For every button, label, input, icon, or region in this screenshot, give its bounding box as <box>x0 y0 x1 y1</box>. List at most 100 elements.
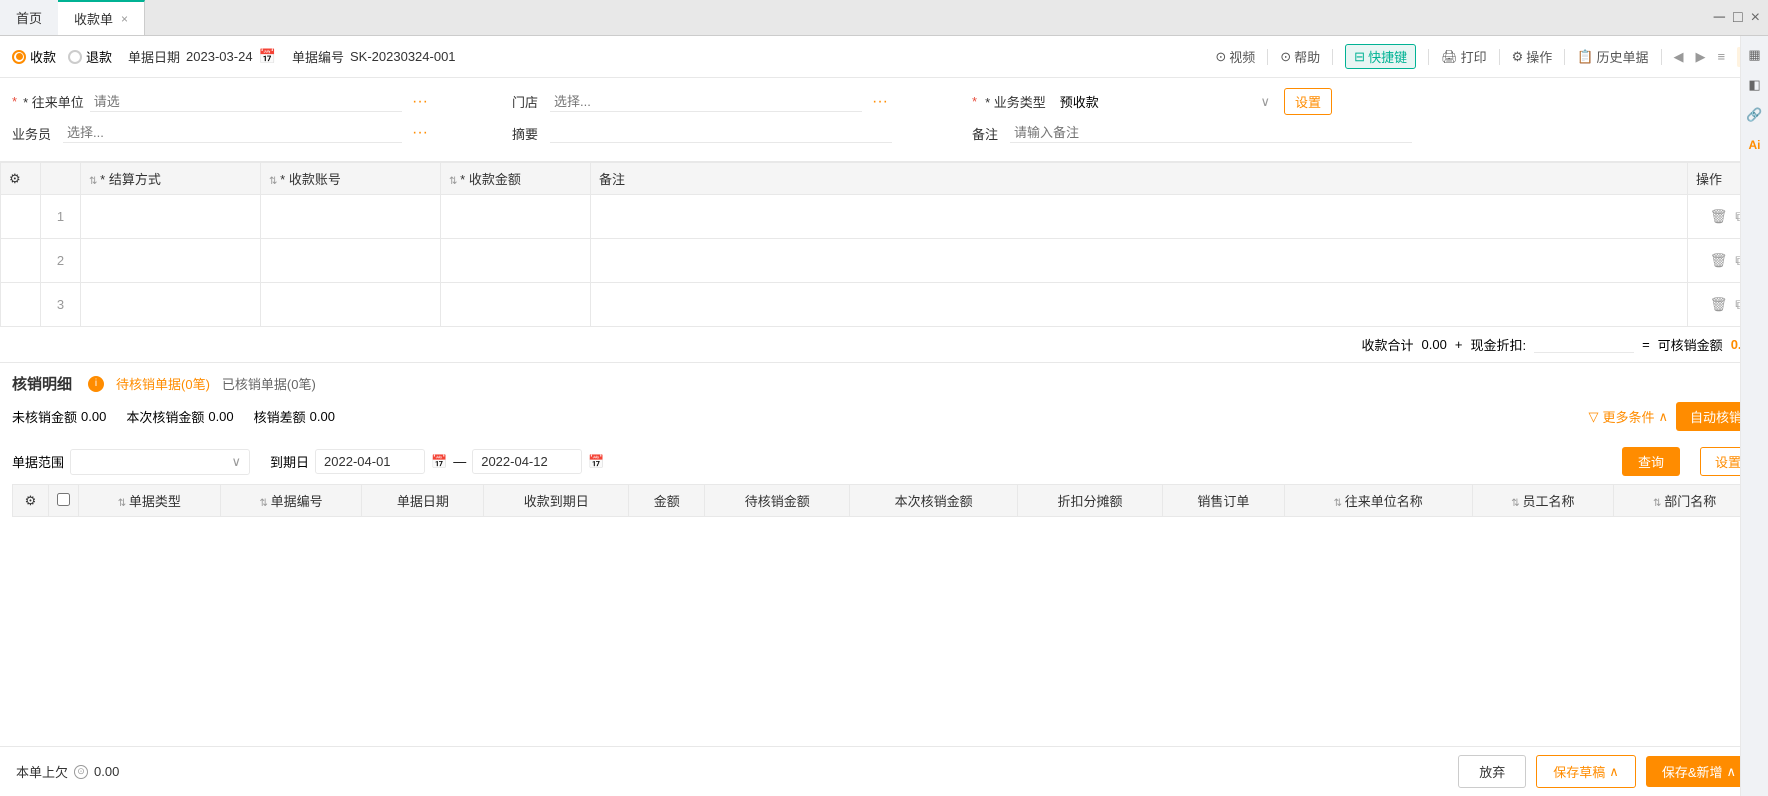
row-account-2[interactable] <box>261 239 441 283</box>
row-remark-2[interactable] <box>591 239 1688 283</box>
table-row: 1 🗑 ⧉ <box>1 195 1768 239</box>
store-input[interactable] <box>550 92 862 112</box>
refund-radio-circle <box>68 50 82 64</box>
row-amount-2[interactable] <box>441 239 591 283</box>
btcol-doc-number: ⇅ 单据编号 <box>220 485 362 517</box>
table-settings-icon[interactable]: ⚙ <box>9 171 21 186</box>
store-more-btn[interactable]: ··· <box>868 93 892 111</box>
row-amount-1[interactable] <box>441 195 591 239</box>
delete-row-1-icon[interactable]: 🗑 <box>1708 208 1730 224</box>
calendar-to-icon[interactable]: 📅 <box>588 454 604 470</box>
tab-close-icon[interactable]: × <box>121 12 128 26</box>
counterpart-more-btn[interactable]: ··· <box>408 93 432 111</box>
prev-view-icon[interactable]: ◀ <box>1674 49 1684 65</box>
btcol-settings[interactable]: ⚙ <box>13 485 49 517</box>
verify-info-icon[interactable]: i <box>88 376 104 392</box>
row-account-1[interactable] <box>261 195 441 239</box>
row-remark-1[interactable] <box>591 195 1688 239</box>
help-btn[interactable]: ⊙ 帮助 <box>1280 47 1320 66</box>
history-label: 历史单据 <box>1596 47 1648 66</box>
staff-field: 业务员 ··· <box>12 123 432 143</box>
discount-input[interactable] <box>1534 337 1634 353</box>
history-btn[interactable]: 📋 历史单据 <box>1577 47 1648 66</box>
sort-icon: ⇅ <box>89 176 100 187</box>
business-type-field: * * 业务类型 预收款 ∨ 设置 <box>972 88 1332 115</box>
row-settings-3 <box>1 283 41 327</box>
tab-home[interactable]: 首页 <box>0 0 58 35</box>
summary-label: 摘要 <box>512 124 538 143</box>
delete-row-3-icon[interactable]: 🗑 <box>1708 296 1730 312</box>
staff-input[interactable] <box>63 123 402 143</box>
biz-required: * <box>972 94 977 109</box>
delete-row-2-icon[interactable]: 🗑 <box>1708 252 1730 268</box>
btcol-dept: ⇅ 部门名称 <box>1614 485 1756 517</box>
staff-more-btn[interactable]: ··· <box>408 124 432 142</box>
operation-btn[interactable]: ⚙ 操作 <box>1512 47 1553 66</box>
sidebar-table-icon[interactable]: ▦ <box>1744 44 1766 66</box>
save-draft-button[interactable]: 保存草稿 ∧ <box>1536 755 1636 788</box>
counterpart-input[interactable] <box>90 92 402 112</box>
next-view-icon[interactable]: ▶ <box>1696 49 1706 65</box>
divider5 <box>1564 49 1565 65</box>
date-to-input[interactable] <box>472 449 582 474</box>
receipt-table: ⚙ ⇅ * 结算方式 ⇅ * 收款账号 ⇅ <box>0 162 1768 327</box>
row-settlement-2[interactable] <box>81 239 261 283</box>
biz-label: * 业务类型 <box>985 92 1046 111</box>
filter-icon: ▽ <box>1588 409 1598 425</box>
calendar-from-icon[interactable]: 📅 <box>431 454 447 470</box>
remarks-input[interactable] <box>1010 123 1412 143</box>
row-remark-3[interactable] <box>591 283 1688 327</box>
toolbar-right: ⊙ 视频 ⊙ 帮助 ⊟ 快捷键 🖨 打印 <box>1215 44 1756 69</box>
staff-label: 业务员 <box>12 124 51 143</box>
date-from-input[interactable] <box>315 449 425 474</box>
form-row-1: * * 往来单位 ··· 门店 ··· * * 业务类型 预收款 ∨ <box>12 88 1756 115</box>
tab-receipt[interactable]: 收款单 × <box>58 0 145 35</box>
doc-range-field: 单据范围 ∨ <box>12 449 250 475</box>
table-row: 2 🗑 ⧉ <box>1 239 1768 283</box>
row-account-3[interactable] <box>261 283 441 327</box>
btcol-doc-date: 单据日期 <box>362 485 484 517</box>
settings-button[interactable]: 设置 <box>1284 88 1332 115</box>
bottom-table-area: ⚙ ⇅ 单据类型 ⇅ 单据编号 <box>12 484 1756 736</box>
summary-input[interactable] <box>550 123 892 143</box>
video-btn[interactable]: ⊙ 视频 <box>1215 47 1255 66</box>
maximize-icon[interactable]: □ <box>1733 9 1743 27</box>
doc-range-select[interactable]: ∨ <box>70 449 250 475</box>
list-view-icon[interactable]: ≡ <box>1718 49 1726 64</box>
doc-number-label: 单据编号 <box>292 47 344 66</box>
sidebar-ai-icon[interactable]: Ai <box>1744 134 1766 156</box>
save-new-arrow: ∧ <box>1726 764 1736 780</box>
completed-tab-link[interactable]: 已核销单据(0笔) <box>222 374 316 393</box>
print-icon: 🖨 <box>1441 49 1458 65</box>
biz-dropdown-icon[interactable]: ∨ <box>1260 94 1270 110</box>
sort-icon2: ⇅ <box>269 176 280 187</box>
pending-tab-link[interactable]: 待核销单据(0笔) <box>116 374 210 393</box>
doc-number-field: 单据编号 SK-20230324-001 <box>292 47 456 66</box>
select-all-checkbox[interactable] <box>57 493 70 506</box>
col-remark-header: 备注 <box>591 163 1688 195</box>
row-settlement-1[interactable] <box>81 195 261 239</box>
minimize-icon[interactable]: ─ <box>1714 9 1725 27</box>
close-window-icon[interactable]: × <box>1751 9 1760 27</box>
btcol-checkbox[interactable] <box>49 485 79 517</box>
bt-settings-icon[interactable]: ⚙ <box>25 493 37 508</box>
refund-radio[interactable]: 退款 <box>68 47 112 66</box>
query-button[interactable]: 查询 <box>1622 447 1680 476</box>
receipt-table-area: ⚙ ⇅ * 结算方式 ⇅ * 收款账号 ⇅ <box>0 162 1768 327</box>
print-btn[interactable]: 🖨 打印 <box>1441 47 1487 66</box>
save-new-button[interactable]: 保存&新增 ∧ <box>1646 756 1752 787</box>
col-settings-header[interactable]: ⚙ <box>1 163 41 195</box>
receipt-radio[interactable]: 收款 <box>12 47 56 66</box>
discard-button[interactable]: 放弃 <box>1458 755 1526 788</box>
sidebar-link-icon[interactable]: 🔗 <box>1744 104 1766 126</box>
row-settlement-3[interactable] <box>81 283 261 327</box>
operation-label: 操作 <box>1526 47 1552 66</box>
row-amount-3[interactable] <box>441 283 591 327</box>
sidebar-layout-icon[interactable]: ◧ <box>1744 74 1766 96</box>
footer-info-icon[interactable]: ⊙ <box>74 765 88 779</box>
more-conditions-btn[interactable]: ▽ 更多条件 ∧ <box>1588 407 1668 426</box>
footer-bar: 本单上欠 ⊙ 0.00 放弃 保存草稿 ∧ 保存&新增 ∧ <box>0 746 1768 796</box>
calendar-icon[interactable]: 📅 <box>259 48 276 65</box>
col-settlement-header: ⇅ * 结算方式 <box>81 163 261 195</box>
shortcut-btn[interactable]: ⊟ 快捷键 <box>1345 44 1416 69</box>
